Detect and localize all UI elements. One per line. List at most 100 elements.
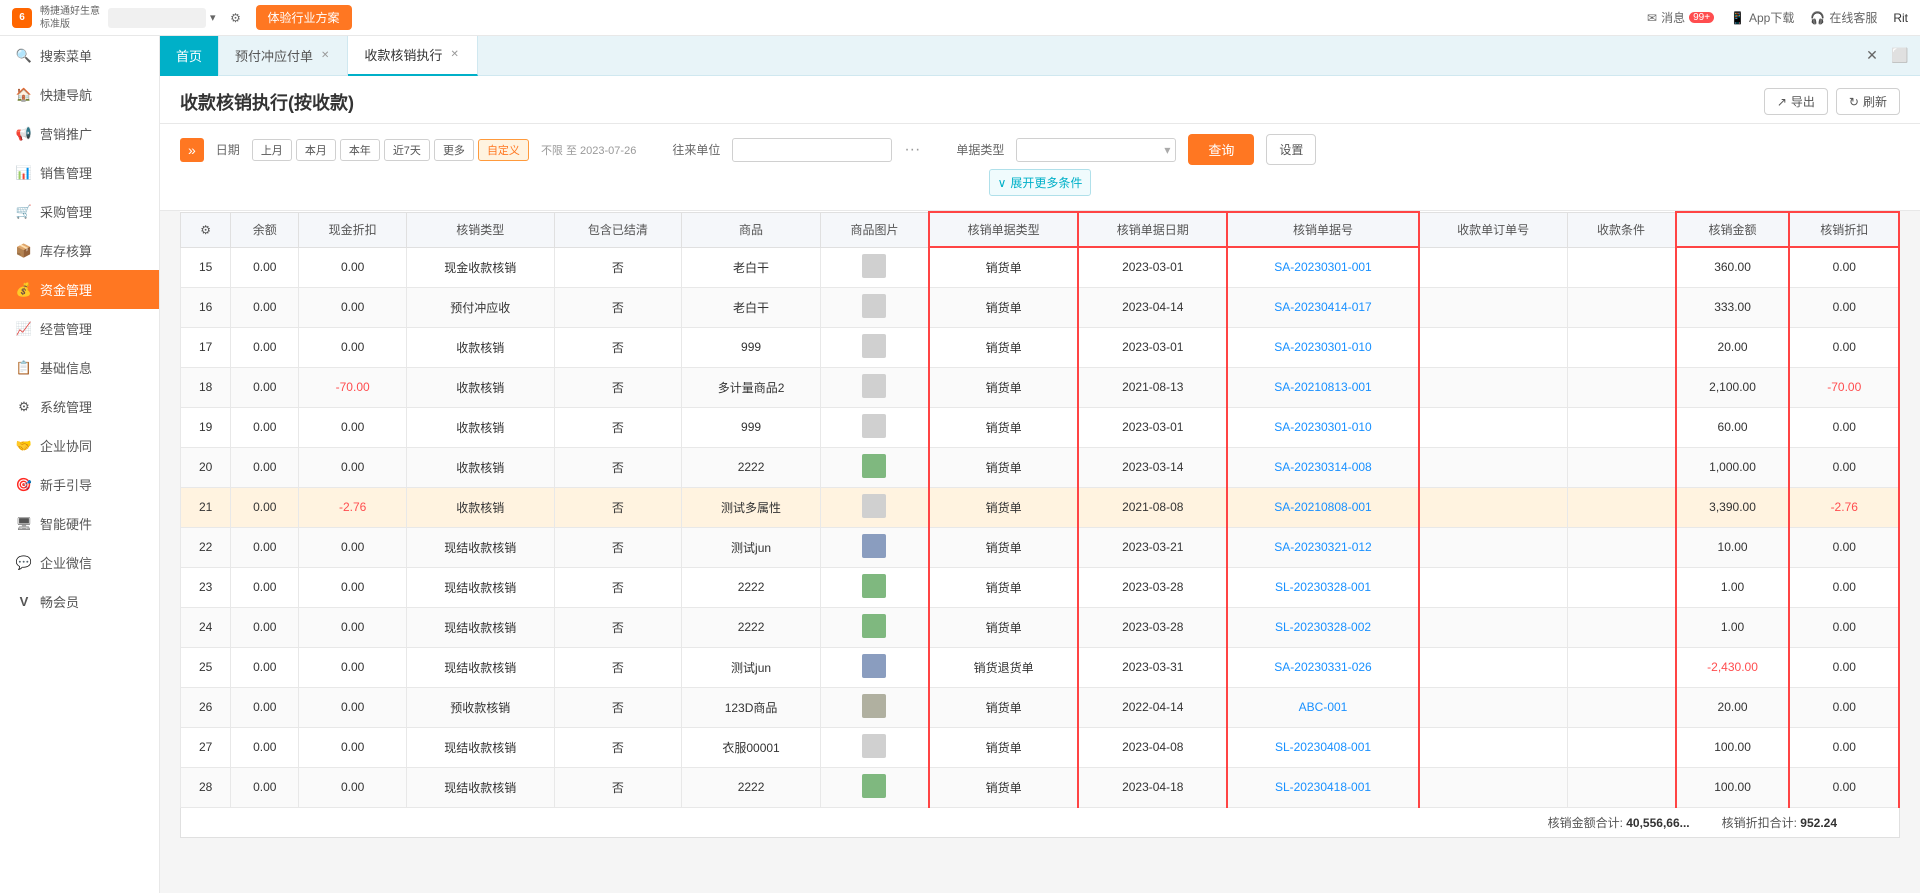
sidebar-item-hardware[interactable]: 🖥 智能硬件 bbox=[0, 504, 159, 543]
tab-prepay-close[interactable]: ✕ bbox=[319, 48, 331, 63]
tab-close-btn[interactable]: ✕ bbox=[1860, 44, 1884, 68]
cell-bill-no[interactable]: SA-20230331-026 bbox=[1227, 647, 1418, 687]
cell-bill-no[interactable]: SL-20230328-002 bbox=[1227, 607, 1418, 647]
collection-tab-label: 收款核销执行 bbox=[364, 45, 442, 64]
cell-type: 收款核销 bbox=[407, 327, 555, 367]
cell-img bbox=[820, 727, 929, 767]
cell-goods: 测试多属性 bbox=[682, 487, 821, 527]
cell-balance: 0.00 bbox=[231, 607, 299, 647]
tab-home[interactable]: 首页 bbox=[160, 36, 219, 76]
table-row: 23 0.00 0.00 现结收款核销 否 2222 销货单 2023-03-2… bbox=[181, 567, 1900, 607]
more-btn[interactable]: 更多 bbox=[434, 139, 474, 161]
cell-write-off-discount: 0.00 bbox=[1789, 607, 1899, 647]
messages-btn[interactable]: ✉ 消息 99+ bbox=[1647, 9, 1714, 26]
cell-bill-no[interactable]: SL-20230408-001 bbox=[1227, 727, 1418, 767]
cell-num: 25 bbox=[181, 647, 231, 687]
last-month-btn[interactable]: 上月 bbox=[252, 139, 292, 161]
settings-icon[interactable]: ⚙ bbox=[224, 6, 248, 30]
cell-bill-type: 销货单 bbox=[929, 767, 1078, 807]
query-btn[interactable]: 查询 bbox=[1188, 134, 1254, 165]
cell-settled: 否 bbox=[554, 767, 682, 807]
sidebar-item-search[interactable]: 🔍 搜索菜单 bbox=[0, 36, 159, 75]
col-write-off-discount: 核销折扣 bbox=[1789, 212, 1899, 247]
bill-type-select[interactable]: 销货单 销货退货单 bbox=[1016, 138, 1176, 162]
col-order-no: 收款单订单号 bbox=[1419, 212, 1567, 247]
sidebar-item-purchase[interactable]: 🛒 采购管理 bbox=[0, 192, 159, 231]
tab-prepay[interactable]: 预付冲应付单 ✕ bbox=[219, 36, 348, 76]
cell-bill-no[interactable]: ABC-001 bbox=[1227, 687, 1418, 727]
cell-bill-no[interactable]: SA-20230301-001 bbox=[1227, 247, 1418, 287]
cell-bill-no[interactable]: SL-20230418-001 bbox=[1227, 767, 1418, 807]
from-unit-dots[interactable]: ··· bbox=[904, 141, 920, 159]
cell-condition bbox=[1567, 407, 1676, 447]
cell-bill-type: 销货单 bbox=[929, 327, 1078, 367]
tab-collection-close[interactable]: ✕ bbox=[448, 47, 460, 62]
this-year-btn[interactable]: 本年 bbox=[340, 139, 380, 161]
cell-bill-no[interactable]: SA-20230414-017 bbox=[1227, 287, 1418, 327]
phone-icon: 📱 bbox=[1730, 11, 1745, 25]
setting-btn[interactable]: 设置 bbox=[1266, 134, 1316, 165]
sidebar-item-system[interactable]: ⚙ 系统管理 bbox=[0, 387, 159, 426]
filter-bar: » 日期 上月 本月 本年 近7天 更多 自定义 不限 至 2023-07-26… bbox=[160, 124, 1920, 211]
custom-btn[interactable]: 自定义 bbox=[478, 139, 529, 161]
filter-toggle-btn[interactable]: » bbox=[180, 138, 204, 162]
app-download-btn[interactable]: 📱 App下载 bbox=[1730, 9, 1794, 26]
col-goods-img: 商品图片 bbox=[820, 212, 929, 247]
cell-num: 15 bbox=[181, 247, 231, 287]
sidebar-item-basic[interactable]: 📋 基础信息 bbox=[0, 348, 159, 387]
cell-write-off-discount: 0.00 bbox=[1789, 407, 1899, 447]
cell-img bbox=[820, 327, 929, 367]
cell-bill-no[interactable]: SL-20230328-001 bbox=[1227, 567, 1418, 607]
workspace-dropdown[interactable]: ▾ bbox=[108, 8, 216, 28]
cell-bill-type: 销货单 bbox=[929, 567, 1078, 607]
cell-balance: 0.00 bbox=[231, 247, 299, 287]
cell-bill-no[interactable]: SA-20230301-010 bbox=[1227, 327, 1418, 367]
cell-goods: 999 bbox=[682, 407, 821, 447]
export-icon: ↗ bbox=[1777, 95, 1787, 109]
cell-order-no bbox=[1419, 687, 1567, 727]
cell-order-no bbox=[1419, 647, 1567, 687]
finance-icon: 💰 bbox=[16, 282, 32, 298]
col-write-off-type: 核销类型 bbox=[407, 212, 555, 247]
export-btn[interactable]: ↗ 导出 bbox=[1764, 88, 1828, 115]
col-settings[interactable]: ⚙ bbox=[181, 212, 231, 247]
from-unit-input[interactable] bbox=[732, 138, 892, 162]
col-condition: 收款条件 bbox=[1567, 212, 1676, 247]
cell-order-no bbox=[1419, 767, 1567, 807]
sidebar-item-finance[interactable]: 💰 资金管理 bbox=[0, 270, 159, 309]
page-header-actions: ↗ 导出 ↻ 刷新 bbox=[1764, 88, 1900, 115]
cell-bill-no[interactable]: SA-20210808-001 bbox=[1227, 487, 1418, 527]
operation-icon: 📈 bbox=[16, 321, 32, 337]
cell-bill-no[interactable]: SA-20230321-012 bbox=[1227, 527, 1418, 567]
refresh-btn[interactable]: ↻ 刷新 bbox=[1836, 88, 1900, 115]
cell-bill-type: 销货单 bbox=[929, 367, 1078, 407]
cell-bill-no[interactable]: SA-20230314-008 bbox=[1227, 447, 1418, 487]
cell-num: 18 bbox=[181, 367, 231, 407]
sidebar-item-inventory[interactable]: 📦 库存核算 bbox=[0, 231, 159, 270]
tab-bar-actions: ✕ ⬜ bbox=[1860, 44, 1920, 68]
cell-amount: 20.00 bbox=[1676, 327, 1790, 367]
tab-collection[interactable]: 收款核销执行 ✕ bbox=[348, 36, 477, 76]
this-month-btn[interactable]: 本月 bbox=[296, 139, 336, 161]
cell-bill-no[interactable]: SA-20230301-010 bbox=[1227, 407, 1418, 447]
service-btn[interactable]: 🎧 在线客服 bbox=[1810, 9, 1877, 26]
sidebar-item-nav[interactable]: 🏠 快捷导航 bbox=[0, 75, 159, 114]
cell-write-off-discount: 0.00 bbox=[1789, 727, 1899, 767]
last-7days-btn[interactable]: 近7天 bbox=[384, 139, 430, 161]
sidebar-item-wechat[interactable]: 💬 企业微信 bbox=[0, 543, 159, 582]
sidebar-item-member[interactable]: V 畅会员 bbox=[0, 582, 159, 621]
cell-type: 现结收款核销 bbox=[407, 727, 555, 767]
sidebar-item-operation[interactable]: 📈 经营管理 bbox=[0, 309, 159, 348]
sidebar-item-collab[interactable]: 🤝 企业协同 bbox=[0, 426, 159, 465]
sidebar-item-sales[interactable]: 📊 销售管理 bbox=[0, 153, 159, 192]
cell-write-off-discount: 0.00 bbox=[1789, 767, 1899, 807]
sidebar-item-marketing[interactable]: 📢 营销推广 bbox=[0, 114, 159, 153]
expand-conditions-btn[interactable]: ∨ 展开更多条件 bbox=[989, 169, 1092, 196]
cell-order-no bbox=[1419, 447, 1567, 487]
solution-btn[interactable]: 体验行业方案 bbox=[256, 5, 352, 30]
tab-maximize-btn[interactable]: ⬜ bbox=[1888, 44, 1912, 68]
sidebar-item-guide[interactable]: 🎯 新手引导 bbox=[0, 465, 159, 504]
cell-goods: 多计量商品2 bbox=[682, 367, 821, 407]
cell-bill-no[interactable]: SA-20210813-001 bbox=[1227, 367, 1418, 407]
user-name[interactable]: Rit bbox=[1893, 11, 1908, 25]
